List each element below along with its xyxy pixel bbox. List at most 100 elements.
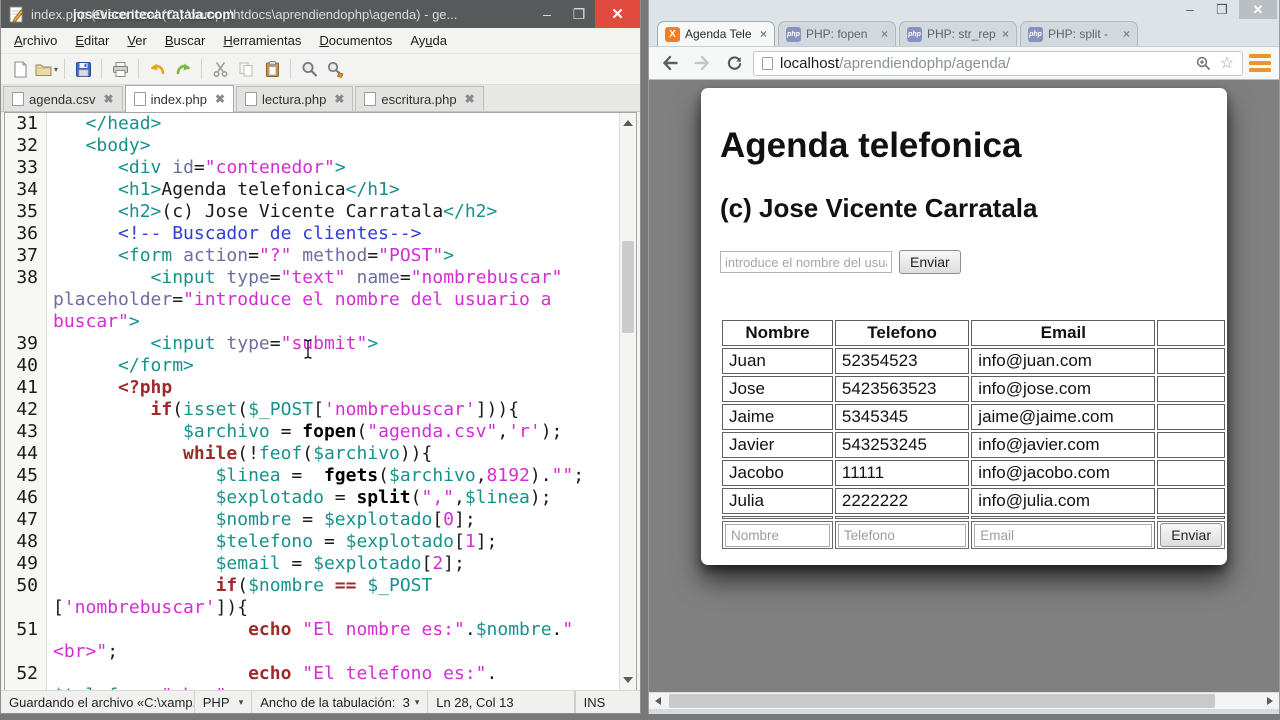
tab-width-dropdown[interactable]: Ancho de la tabulación: 3 ▾ xyxy=(252,691,429,713)
scroll-down-arrow-icon[interactable] xyxy=(623,677,633,683)
menu-herramientas[interactable]: Herramientas xyxy=(214,29,310,52)
page-container: Agenda telefonica (c) Jose Vicente Carra… xyxy=(701,88,1227,565)
code-line: 38 <input type="text" name="nombrebuscar… xyxy=(5,267,636,333)
new-document-icon[interactable] xyxy=(7,56,33,82)
search-input[interactable] xyxy=(720,251,892,273)
tab-close-icon[interactable]: ✖ xyxy=(104,92,114,106)
tab-close-icon[interactable]: ✖ xyxy=(215,92,225,106)
back-button[interactable] xyxy=(657,50,683,76)
forward-button[interactable] xyxy=(689,50,715,76)
redo-icon[interactable] xyxy=(170,56,196,82)
browser-horizontal-scrollbar[interactable] xyxy=(649,692,1279,709)
line-number: 42 xyxy=(5,399,47,421)
tab-close-icon[interactable]: ✖ xyxy=(465,92,475,106)
code-text: $email = $explotado[2]; xyxy=(215,553,465,574)
cut-icon[interactable] xyxy=(207,56,233,82)
editor-minimize-button[interactable]: – xyxy=(531,0,563,28)
tab-close-icon[interactable]: × xyxy=(1002,27,1009,41)
code-line: 40 </form> xyxy=(5,355,636,377)
browser-tab-agenda-tele[interactable]: X Agenda Tele × xyxy=(657,21,775,46)
editor-tab-index.php[interactable]: index.php ✖ xyxy=(124,85,235,112)
add-telefono-input[interactable] xyxy=(837,523,967,547)
menu-archivo[interactable]: Archivo xyxy=(5,29,66,52)
bookmark-star-icon[interactable]: ☆ xyxy=(1220,53,1234,73)
add-email-input[interactable] xyxy=(974,523,1153,547)
add-contact-form-row: Enviar xyxy=(722,521,1225,549)
zoom-icon[interactable] xyxy=(1195,55,1212,72)
search-submit-button[interactable]: Enviar xyxy=(899,250,961,274)
php-favicon: php xyxy=(1028,26,1043,42)
scroll-right-arrow-icon[interactable] xyxy=(1267,697,1273,705)
tab-close-icon[interactable]: × xyxy=(760,27,767,41)
menu-documentos[interactable]: Documentos xyxy=(310,29,401,52)
scroll-up-arrow-icon[interactable] xyxy=(623,120,633,126)
line-number: 34 xyxy=(5,179,47,201)
column-header-empty xyxy=(1157,320,1225,346)
table-cell: jaime@jaime.com xyxy=(971,404,1156,430)
find-icon[interactable] xyxy=(296,56,322,82)
code-text: $linea = fgets($archivo,8192).""; xyxy=(215,465,585,486)
print-icon[interactable] xyxy=(107,56,133,82)
language-mode-value: PHP xyxy=(202,694,230,710)
insert-mode-indicator: INS xyxy=(574,691,640,713)
browser-tab-php-str-rep[interactable]: php PHP: str_rep × xyxy=(899,21,1017,46)
copy-icon[interactable] xyxy=(233,56,259,82)
editor-tab-agenda.csv[interactable]: agenda.csv ✖ xyxy=(3,86,123,111)
browser-viewport: Agenda telefonica (c) Jose Vicente Carra… xyxy=(649,80,1279,692)
code-text: $nombre = $explotado[0]; xyxy=(215,509,476,530)
tab-close-icon[interactable]: × xyxy=(1123,27,1130,41)
browser-menu-button[interactable] xyxy=(1249,54,1271,72)
browser-close-button[interactable]: ✕ xyxy=(1239,0,1277,19)
editor-maximize-button[interactable]: ❒ xyxy=(563,0,595,28)
line-number: 39 xyxy=(5,333,47,355)
add-nombre-input[interactable] xyxy=(725,523,830,547)
xampp-favicon: X xyxy=(665,26,680,42)
reload-button[interactable] xyxy=(721,50,747,76)
page-icon xyxy=(762,56,773,70)
paste-icon[interactable] xyxy=(259,56,285,82)
code-line: 36 <!-- Buscador de clientes--> xyxy=(5,223,636,245)
scroll-left-arrow-icon[interactable] xyxy=(655,697,661,705)
menu-ayuda[interactable]: Ayuda xyxy=(401,29,456,52)
code-text: if($nombre == $_POST​['nombrebuscar']){ xyxy=(53,575,433,618)
open-icon[interactable]: ▾ xyxy=(33,56,59,82)
add-contact-submit-button[interactable]: Enviar xyxy=(1160,523,1222,547)
editor-tab-lectura.php[interactable]: lectura.php ✖ xyxy=(236,86,354,111)
empty-table-row xyxy=(722,516,1225,519)
tab-close-icon[interactable]: ✖ xyxy=(334,92,344,106)
editor-scrollbar-thumb[interactable] xyxy=(622,241,634,333)
table-header-row: Nombre Telefono Email xyxy=(722,320,1225,346)
browser-tab-php-split-[interactable]: php PHP: split - × xyxy=(1020,21,1138,46)
browser-scrollbar-thumb[interactable] xyxy=(669,694,1215,708)
code-text: <?php xyxy=(118,377,173,398)
line-number: 51 xyxy=(5,619,47,663)
menu-buscar[interactable]: Buscar xyxy=(156,29,214,52)
editor-menubar: Archivo Editar Ver Buscar Herramientas Docume… xyxy=(1,28,640,54)
document-icon xyxy=(12,92,24,106)
browser-maximize-button[interactable]: ❒ xyxy=(1207,0,1237,19)
save-icon[interactable] xyxy=(70,56,96,82)
line-number: 33 xyxy=(5,157,47,179)
menu-ver[interactable]: Ver xyxy=(118,29,156,52)
code-line: 41 <?php xyxy=(5,377,636,399)
tab-close-icon[interactable]: × xyxy=(881,27,888,41)
table-cell-empty xyxy=(1157,348,1225,374)
menu-editar[interactable]: Editar xyxy=(66,29,118,52)
undo-icon[interactable] xyxy=(144,56,170,82)
code-text: while(!feof($archivo)){ xyxy=(183,443,433,464)
editor-vertical-scrollbar[interactable] xyxy=(619,113,636,690)
browser-tab-label: PHP: split - xyxy=(1048,27,1109,41)
browser-tab-php-fopen[interactable]: php PHP: fopen × xyxy=(778,21,896,46)
browser-minimize-button[interactable]: – xyxy=(1175,0,1205,19)
browser-titlebar[interactable]: – ❒ ✕ xyxy=(649,0,1279,20)
gedit-app-icon xyxy=(9,6,24,23)
find-replace-icon[interactable] xyxy=(322,56,348,82)
column-header: Email xyxy=(971,320,1156,346)
language-mode-dropdown[interactable]: PHP ▾ xyxy=(195,691,253,713)
text-cursor-ibeam xyxy=(304,339,312,359)
form-cell xyxy=(971,521,1156,549)
editor-close-button[interactable]: ✕ xyxy=(595,0,640,28)
code-editor-area[interactable]: 31 </head> 32 <body> 33 <div id="contenedo… xyxy=(4,112,637,691)
editor-tab-escritura.php[interactable]: escritura.php ✖ xyxy=(355,86,484,111)
address-bar[interactable]: localhost/aprendiendophp/agenda/ ☆ xyxy=(753,50,1243,76)
